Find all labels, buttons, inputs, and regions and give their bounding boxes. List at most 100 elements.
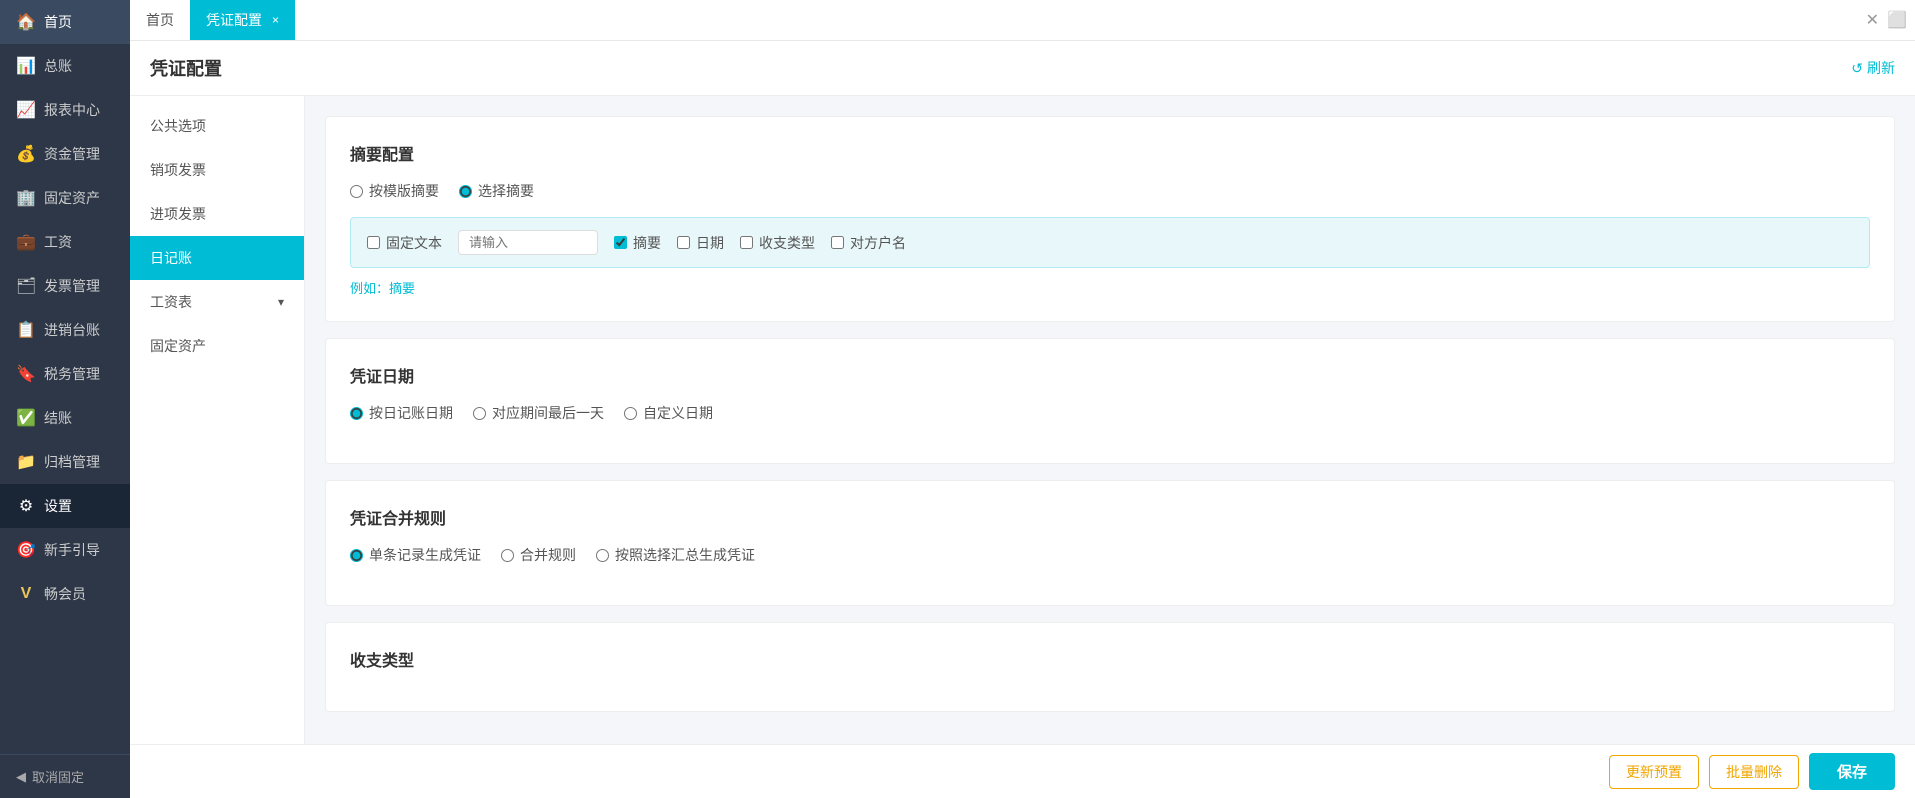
sidebar: 🏠 首页 📊 总账 📈 报表中心 💰 资金管理 🏢 固定资产 💼 工资 🗂 发票…: [0, 0, 130, 798]
sidebar-item-fixed-assets[interactable]: 🏢 固定资产: [0, 176, 130, 220]
template-summary-radio[interactable]: [350, 185, 363, 198]
sidebar-item-payroll[interactable]: 💼 工资: [0, 220, 130, 264]
template-summary-option[interactable]: 按模版摘要: [350, 181, 439, 201]
last-day-radio[interactable]: [473, 407, 486, 420]
sidebar-item-label: 设置: [44, 496, 72, 516]
sidebar-item-reports[interactable]: 📈 报表中心: [0, 88, 130, 132]
sidebar-item-label: 进销台账: [44, 320, 100, 340]
counterparty-checkbox[interactable]: [831, 236, 844, 249]
sidebar-item-label: 报表中心: [44, 100, 100, 120]
template-summary-label: 按模版摘要: [369, 181, 439, 201]
date-checkbox[interactable]: [677, 236, 690, 249]
single-record-radio[interactable]: [350, 549, 363, 562]
tab-active-label: 凭证配置: [206, 10, 262, 30]
sidebar-item-guide[interactable]: 🎯 新手引导: [0, 528, 130, 572]
left-nav-journal[interactable]: 日记账: [130, 236, 304, 280]
left-nav-fixed-assets[interactable]: 固定资产: [130, 324, 304, 368]
sidebar-nav: 🏠 首页 📊 总账 📈 报表中心 💰 资金管理 🏢 固定资产 💼 工资 🗂 发票…: [0, 0, 130, 754]
summary-generate-radio[interactable]: [596, 549, 609, 562]
sidebar-item-fund[interactable]: 💰 资金管理: [0, 132, 130, 176]
merge-rules-option[interactable]: 合并规则: [501, 545, 576, 565]
journal-date-radio[interactable]: [350, 407, 363, 420]
fixed-text-label: 固定文本: [386, 233, 442, 253]
voucher-date-title: 凭证日期: [350, 363, 1870, 387]
summary-generate-label: 按照选择汇总生成凭证: [615, 545, 755, 565]
tab-home-label: 首页: [146, 12, 174, 28]
invoice-icon: 🗂: [16, 276, 36, 296]
sidebar-item-tax[interactable]: 🔖 税务管理: [0, 352, 130, 396]
left-nav: 公共选项 销项发票 进项发票 日记账 工资表 ▾ 固定资产: [130, 96, 305, 744]
summary-checkbox-row: 固定文本 摘要 日期 收支类型: [350, 217, 1870, 268]
summary-config-title: 摘要配置: [350, 141, 1870, 165]
fixed-text-checkbox-label[interactable]: 固定文本: [367, 233, 442, 253]
left-nav-public-options[interactable]: 公共选项: [130, 104, 304, 148]
unpin-button[interactable]: ◀ 取消固定: [0, 754, 130, 798]
refresh-button[interactable]: ↺ 刷新: [1851, 58, 1895, 78]
select-summary-label: 选择摘要: [478, 181, 534, 201]
window-maximize-icon[interactable]: ⬜: [1887, 10, 1907, 30]
window-close-icon[interactable]: ✕: [1866, 10, 1879, 30]
assets-icon: 🏢: [16, 188, 36, 208]
left-nav-label: 进项发票: [150, 204, 206, 224]
income-expense-title: 收支类型: [350, 647, 1870, 671]
custom-date-option[interactable]: 自定义日期: [624, 403, 713, 423]
summary-checkbox[interactable]: [614, 236, 627, 249]
merge-rules-radio-group: 单条记录生成凭证 合并规则 按照选择汇总生成凭证: [350, 545, 1870, 565]
summary-checkbox-label[interactable]: 摘要: [614, 233, 661, 253]
batch-delete-button[interactable]: 批量删除: [1709, 755, 1799, 789]
journal-date-label: 按日记账日期: [369, 403, 453, 423]
sidebar-item-member[interactable]: V 畅会员: [0, 572, 130, 616]
example-text: 例如：摘要: [350, 278, 1870, 297]
summary-label: 摘要: [633, 233, 661, 253]
fund-icon: 💰: [16, 144, 36, 164]
sidebar-item-sales-ledger[interactable]: 📋 进销台账: [0, 308, 130, 352]
tab-voucher-config[interactable]: 凭证配置 ×: [190, 0, 295, 40]
counterparty-checkbox-label[interactable]: 对方户名: [831, 233, 906, 253]
single-record-label: 单条记录生成凭证: [369, 545, 481, 565]
sidebar-item-settlement[interactable]: ✅ 结账: [0, 396, 130, 440]
journal-date-option[interactable]: 按日记账日期: [350, 403, 453, 423]
page-title: 凭证配置: [150, 55, 222, 81]
fixed-text-checkbox[interactable]: [367, 236, 380, 249]
voucher-date-section: 凭证日期 按日记账日期 对应期间最后一天 自定义日期: [325, 338, 1895, 464]
main-area: 首页 凭证配置 × ✕ ⬜ 凭证配置 ↺ 刷新 公共选项 销项发票 进项: [130, 0, 1915, 798]
income-expense-checkbox-label[interactable]: 收支类型: [740, 233, 815, 253]
sidebar-item-label: 资金管理: [44, 144, 100, 164]
merge-rules-section: 凭证合并规则 单条记录生成凭证 合并规则 按照选择汇总生成凭证: [325, 480, 1895, 606]
reports-icon: 📈: [16, 100, 36, 120]
content-layout: 公共选项 销项发票 进项发票 日记账 工资表 ▾ 固定资产 摘要配置: [130, 96, 1915, 744]
last-day-option[interactable]: 对应期间最后一天: [473, 403, 604, 423]
archive-icon: 📁: [16, 452, 36, 472]
summary-config-section: 摘要配置 按模版摘要 选择摘要 固定文本: [325, 116, 1895, 322]
income-expense-checkbox[interactable]: [740, 236, 753, 249]
tax-icon: 🔖: [16, 364, 36, 384]
date-checkbox-label[interactable]: 日期: [677, 233, 724, 253]
fixed-text-input[interactable]: [458, 230, 598, 255]
sidebar-item-label: 发票管理: [44, 276, 100, 296]
tab-home[interactable]: 首页: [130, 0, 190, 40]
sidebar-item-label: 畅会员: [44, 584, 86, 604]
update-preview-button[interactable]: 更新预置: [1609, 755, 1699, 789]
sidebar-item-settings[interactable]: ⚙ 设置: [0, 484, 130, 528]
sidebar-item-archive[interactable]: 📁 归档管理: [0, 440, 130, 484]
sidebar-item-home[interactable]: 🏠 首页: [0, 0, 130, 44]
sidebar-item-invoice[interactable]: 🗂 发票管理: [0, 264, 130, 308]
select-summary-option[interactable]: 选择摘要: [459, 181, 534, 201]
page-header: 凭证配置 ↺ 刷新: [130, 41, 1915, 96]
save-button[interactable]: 保存: [1809, 753, 1895, 790]
bottom-action-bar: 更新预置 批量删除 保存: [130, 744, 1915, 798]
unpin-label: 取消固定: [32, 767, 84, 786]
tab-bar-controls: ✕ ⬜: [1866, 10, 1915, 30]
tab-close-icon[interactable]: ×: [272, 13, 279, 27]
left-nav-sales-invoice[interactable]: 销项发票: [130, 148, 304, 192]
merge-rules-radio[interactable]: [501, 549, 514, 562]
select-summary-radio[interactable]: [459, 185, 472, 198]
sidebar-item-general-ledger[interactable]: 📊 总账: [0, 44, 130, 88]
left-nav-payroll-table[interactable]: 工资表 ▾: [130, 280, 304, 324]
custom-date-radio[interactable]: [624, 407, 637, 420]
left-nav-label: 日记账: [150, 248, 192, 268]
left-nav-purchase-invoice[interactable]: 进项发票: [130, 192, 304, 236]
summary-generate-option[interactable]: 按照选择汇总生成凭证: [596, 545, 755, 565]
left-nav-label: 销项发票: [150, 160, 206, 180]
single-record-option[interactable]: 单条记录生成凭证: [350, 545, 481, 565]
